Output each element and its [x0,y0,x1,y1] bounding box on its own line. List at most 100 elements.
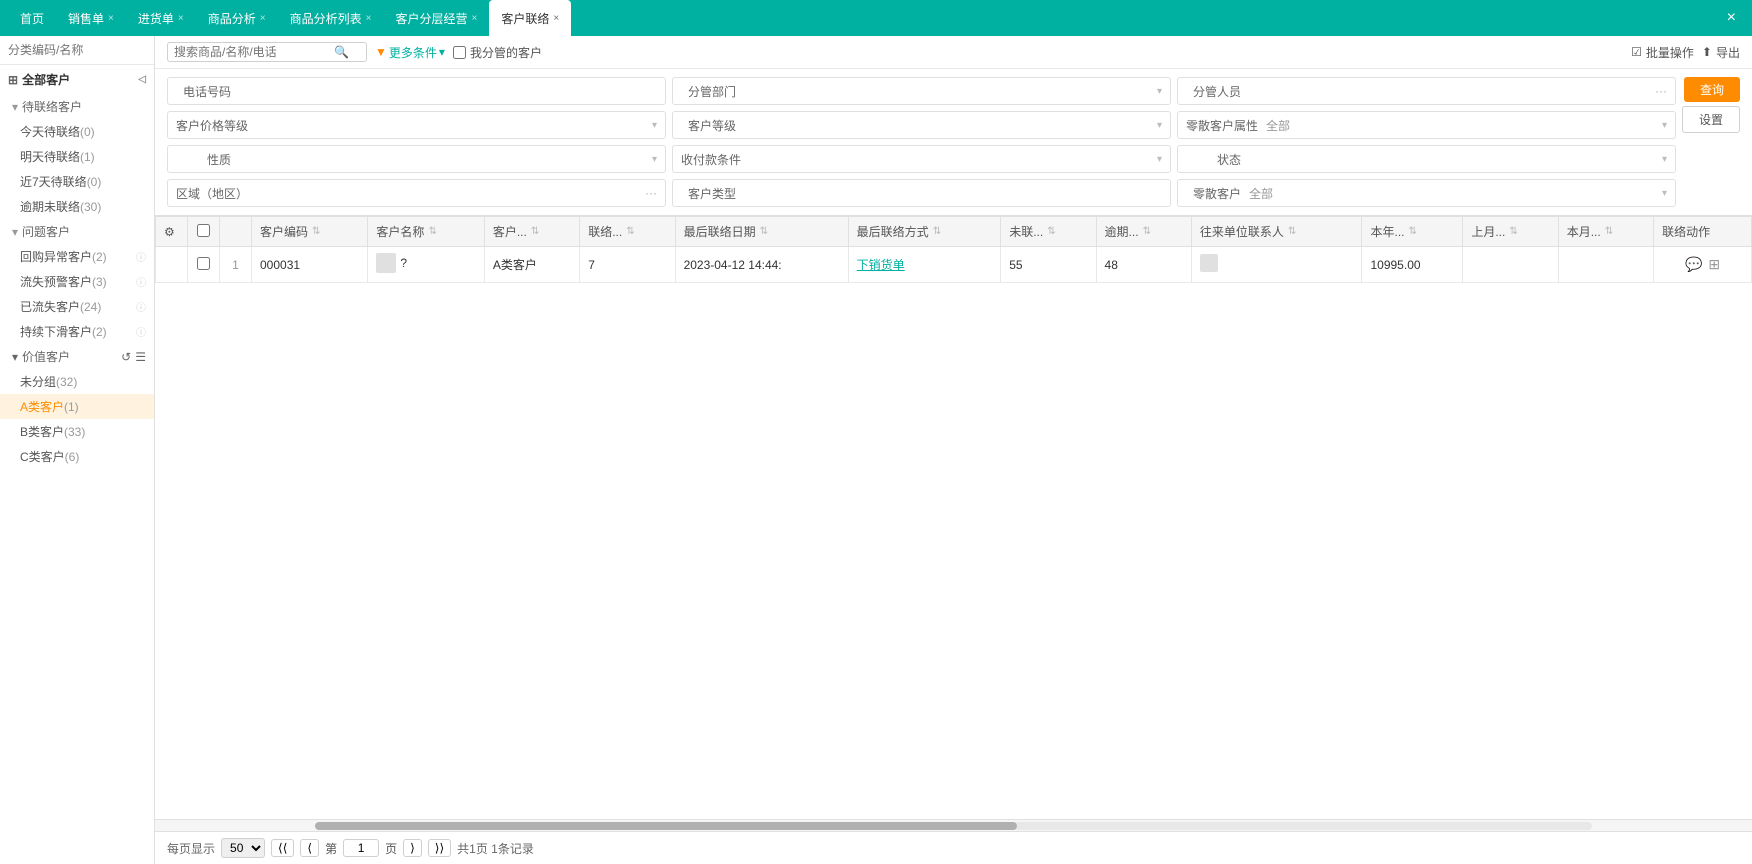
sidebar-declining[interactable]: 持续下滑客户(2) ⓘ [0,319,154,344]
page-input[interactable] [343,839,379,857]
nav-close-purchase[interactable]: × [178,13,184,24]
sidebar-churn-warning[interactable]: 流失预警客户(3) ⓘ [0,269,154,294]
manager-filter: 分管人员 ··· [1177,77,1676,105]
th-last-month[interactable]: 上月...⇅ [1463,217,1558,247]
nav-customer-tier[interactable]: 客户分层经营 × [383,0,489,36]
total-info: 共1页 1条记录 [457,840,534,857]
th-code[interactable]: 客户编码⇅ [252,217,368,247]
sidebar-7day-contact[interactable]: 近7天待联络(0) [0,169,154,194]
nav-close-sales[interactable]: × [108,13,114,24]
th-this-month[interactable]: 本月...⇅ [1558,217,1653,247]
sidebar-churned[interactable]: 已流失客户(24) ⓘ [0,294,154,319]
nav-product-list[interactable]: 商品分析列表 × [278,0,384,36]
region-dots[interactable]: ··· [645,186,657,200]
nav-product-analysis[interactable]: 商品分析 × [196,0,278,36]
more-filters-btn[interactable]: ▼ 更多条件 ▾ [375,44,445,61]
select-all-checkbox[interactable] [197,224,210,237]
customer-level-filter: 客户等级 ▾ [672,111,1171,139]
settings-button[interactable]: 设置 [1682,106,1740,133]
phone-filter: 电话号码 [167,77,666,105]
payment-arrow[interactable]: ▾ [1157,154,1162,165]
chat-icon[interactable]: 💬 [1685,256,1702,273]
sort-contact-person: ⇅ [1288,226,1296,237]
nav-sales[interactable]: 销售单 × [56,0,126,36]
row-checkbox[interactable] [197,257,210,270]
sidebar-overdue-contact[interactable]: 逾期未联络(30) [0,194,154,219]
value-customers-group[interactable]: ▾ 价值客户 ↺ ☰ [0,344,154,369]
filter-search-container: 🔍 [167,42,367,62]
my-customers-filter[interactable]: 我分管的客户 [453,44,542,61]
sidebar-tomorrow-contact[interactable]: 明天待联络(1) [0,144,154,169]
customer-level-arrow[interactable]: ▾ [1157,120,1162,131]
grid-icon-action[interactable]: ⊞ [1708,256,1720,273]
last-contact-link[interactable]: 下销货单 [857,258,905,272]
sidebar-class-c[interactable]: C类客户(6) [0,444,154,469]
nav-close-product-list[interactable]: × [366,13,372,24]
th-last-contact-date[interactable]: 最后联络日期⇅ [675,217,848,247]
refresh-icon[interactable]: ↺ [121,350,131,364]
th-not-contacted[interactable]: 未联...⇅ [1001,217,1096,247]
td-checkbox[interactable] [188,247,220,283]
advanced-filter-section: 电话号码 客户价格等级 ▾ 性质 ▾ 区域（地区） [155,69,1752,216]
close-all-btn[interactable]: × [1719,9,1744,27]
per-page-select[interactable]: 50 [221,838,265,858]
td-last-contact-method[interactable]: 下销货单 [848,247,1001,283]
last-page-btn[interactable]: ⟩⟩ [428,839,451,857]
nav-customer-contact[interactable]: 客户联络 × [489,0,571,36]
nav-close-customer-contact[interactable]: × [553,13,559,24]
th-type[interactable]: 客户...⇅ [484,217,579,247]
nav-close-product-analysis[interactable]: × [260,13,266,24]
batch-op-btn[interactable]: ☑ 批量操作 [1631,44,1694,61]
info-icon-3: ⓘ [136,324,146,339]
customer-name: ? [376,253,407,273]
next-page-btn[interactable]: ⟩ [403,839,422,857]
query-button[interactable]: 查询 [1684,77,1740,102]
dept-arrow[interactable]: ▾ [1157,86,1162,97]
export-btn[interactable]: ⬆ 导出 [1702,44,1740,61]
td-this-month [1558,247,1653,283]
sidebar-today-contact[interactable]: 今天待联络(0) [0,119,154,144]
filter-col-1: 电话号码 客户价格等级 ▾ 性质 ▾ 区域（地区） [167,77,666,207]
retail-customer-arrow[interactable]: ▾ [1662,188,1667,199]
nature-arrow[interactable]: ▾ [652,154,657,165]
filter-col-2: 分管部门 ▾ 客户等级 ▾ 收付款条件 ▾ 客 [672,77,1171,207]
sidebar: 🔍 ⊞ 全部客户 ◁ ▾ 待联络客户 今天待联络(0) 明天待联络(1) 近7天… [0,36,155,864]
my-customers-checkbox[interactable] [453,46,466,59]
filter-search-input[interactable] [174,45,334,59]
sidebar-search-input[interactable] [8,43,155,57]
retail-attr-arrow[interactable]: ▾ [1662,120,1667,131]
th-contacts[interactable]: 联络...⇅ [580,217,675,247]
th-settings[interactable]: ⚙ [156,217,188,247]
th-overdue[interactable]: 逾期...⇅ [1096,217,1191,247]
problem-customers-group[interactable]: ▾ 问题客户 [0,219,154,244]
prev-page-btn[interactable]: ⟨ [300,839,319,857]
nav-purchase[interactable]: 进货单 × [126,0,196,36]
manager-dots[interactable]: ··· [1655,84,1667,98]
edit-icon[interactable]: ☰ [135,350,146,364]
horizontal-scrollbar[interactable] [155,819,1752,831]
sidebar-repurchase-abnormal[interactable]: 回购异常客户(2) ⓘ [0,244,154,269]
price-level-arrow[interactable]: ▾ [652,120,657,131]
th-contact-person[interactable]: 往来单位联系人⇅ [1191,217,1362,247]
sidebar-class-a[interactable]: A类客户(1) [0,394,154,419]
th-last-contact-method[interactable]: 最后联络方式⇅ [848,217,1001,247]
status-arrow[interactable]: ▾ [1662,154,1667,165]
first-page-btn[interactable]: ⟨⟨ [271,839,294,857]
th-checkbox[interactable] [188,217,220,247]
name-avatar [376,253,396,273]
th-this-year[interactable]: 本年...⇅ [1362,217,1463,247]
filter-search-icon[interactable]: 🔍 [334,45,349,59]
nature-filter: 性质 ▾ [167,145,666,173]
th-name[interactable]: 客户名称⇅ [368,217,484,247]
sidebar-class-b[interactable]: B类客户(33) [0,419,154,444]
scrollbar-thumb[interactable] [315,822,1017,830]
nav-home[interactable]: 首页 [8,0,56,36]
dept-filter: 分管部门 ▾ [672,77,1171,105]
sidebar-unclassified[interactable]: 未分组(32) [0,369,154,394]
pending-contact-group[interactable]: ▾ 待联络客户 [0,94,154,119]
td-settings [156,247,188,283]
nav-close-customer-tier[interactable]: × [471,13,477,24]
scrollbar-track[interactable] [315,822,1592,830]
per-page-label: 每页显示 [167,840,215,857]
all-customers-header[interactable]: ⊞ 全部客户 ◁ [0,65,154,94]
